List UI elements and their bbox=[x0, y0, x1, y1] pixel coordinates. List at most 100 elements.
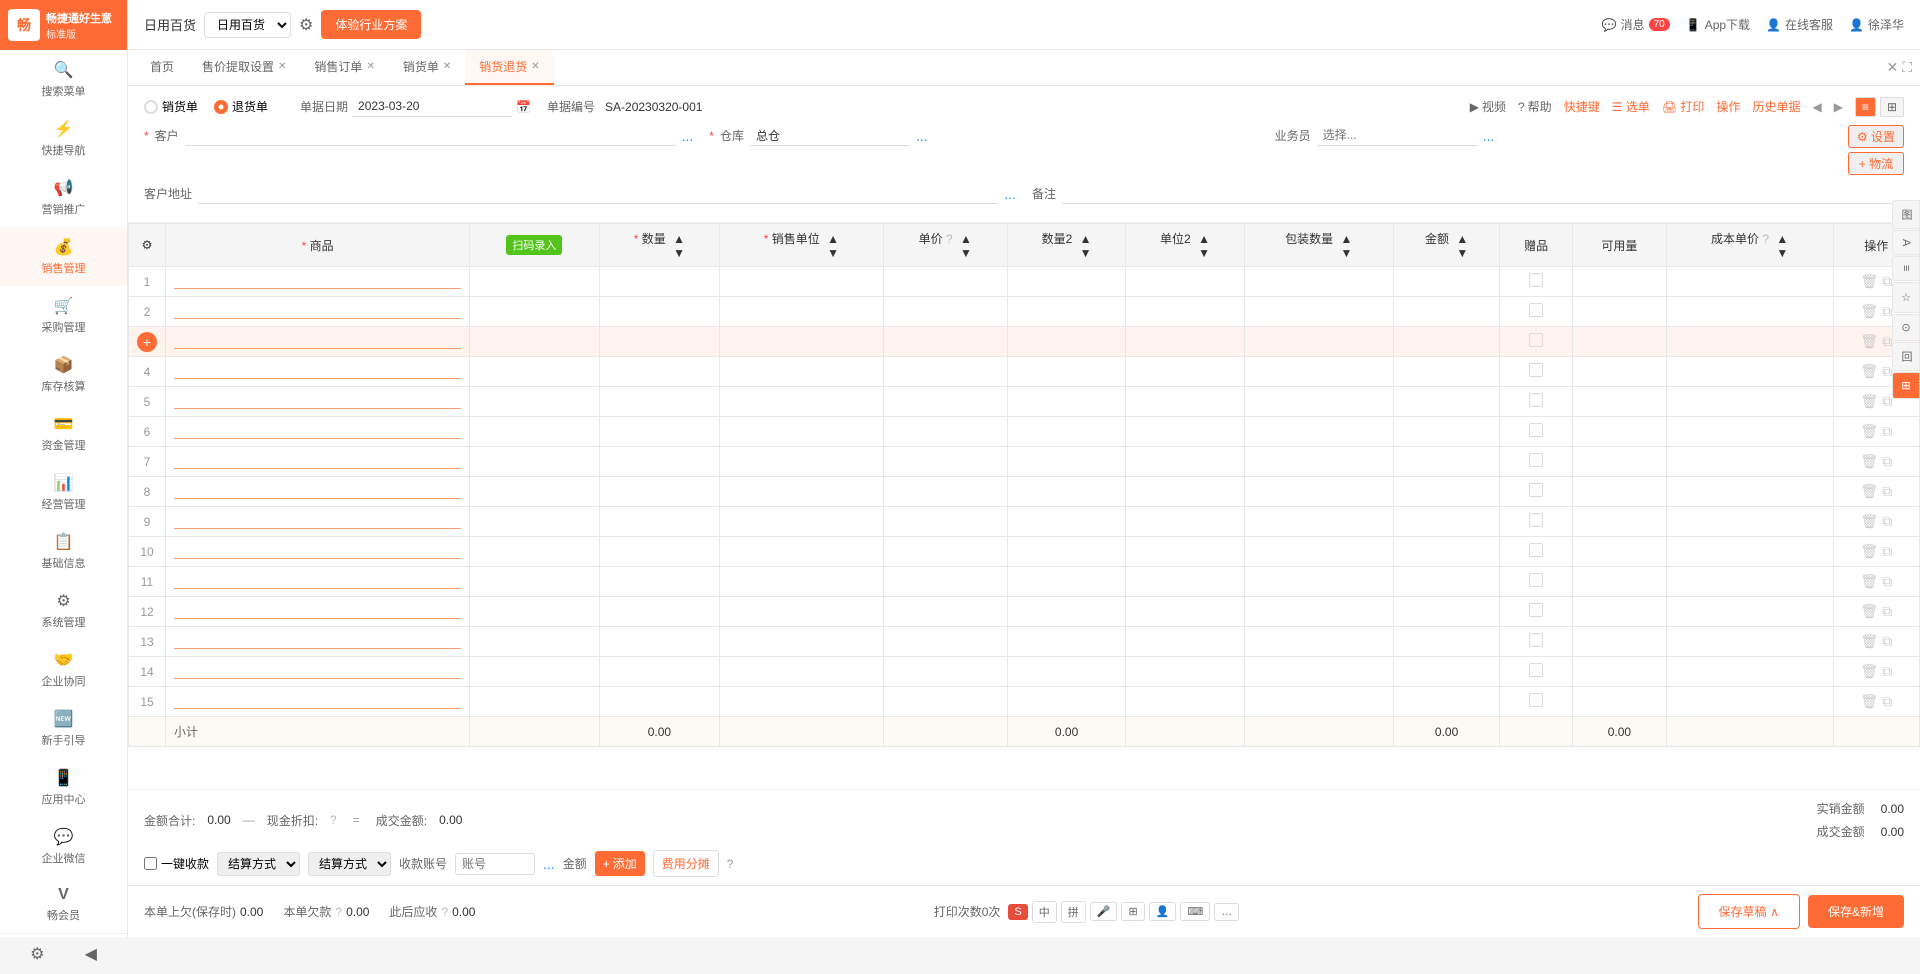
pack-qty-cell[interactable] bbox=[1244, 357, 1393, 387]
salesman-dots[interactable]: ... bbox=[1483, 128, 1495, 144]
gift-checkbox[interactable] bbox=[1529, 363, 1543, 377]
input-person[interactable]: 👤 bbox=[1149, 902, 1177, 921]
available-cell[interactable] bbox=[1572, 447, 1666, 477]
gift-checkbox[interactable] bbox=[1529, 483, 1543, 497]
product-input[interactable] bbox=[174, 544, 461, 559]
tab-sale-return[interactable]: 销货退货 ✕ bbox=[465, 50, 553, 85]
product-input[interactable] bbox=[174, 514, 461, 529]
tab-home[interactable]: 首页 bbox=[136, 50, 188, 85]
product-input[interactable] bbox=[174, 454, 461, 469]
pack-qty-cell[interactable] bbox=[1244, 597, 1393, 627]
unit-cell[interactable] bbox=[720, 627, 883, 657]
unit-cell[interactable] bbox=[720, 357, 883, 387]
copy-row-btn[interactable]: ⧉ bbox=[1882, 363, 1892, 380]
tab-order-close[interactable]: ✕ bbox=[366, 61, 374, 72]
product-cell[interactable] bbox=[166, 387, 470, 417]
quantity2-cell[interactable] bbox=[1007, 327, 1125, 357]
close-all-tabs-btn[interactable]: ✕ bbox=[1886, 59, 1898, 76]
unit2-cell[interactable] bbox=[1126, 357, 1244, 387]
input-method-ch[interactable]: 中 bbox=[1032, 901, 1057, 923]
sidebar-item-inventory[interactable]: 📦 库存核算 bbox=[0, 345, 127, 404]
settlement-select[interactable]: 结算方式 bbox=[217, 852, 300, 876]
product-input[interactable] bbox=[174, 664, 461, 679]
amount-cell[interactable] bbox=[1393, 567, 1500, 597]
shortcut-btn[interactable]: 快捷键 bbox=[1564, 98, 1600, 115]
tab-sale-close[interactable]: ✕ bbox=[443, 61, 451, 72]
price-sort[interactable]: ▲▼ bbox=[960, 232, 972, 260]
unit2-cell[interactable] bbox=[1126, 327, 1244, 357]
gift-checkbox[interactable] bbox=[1529, 663, 1543, 677]
sidebar-item-search[interactable]: 🔍 搜索菜单 bbox=[0, 50, 127, 109]
unit-price-cell[interactable] bbox=[883, 507, 1007, 537]
quantity-cell[interactable] bbox=[599, 417, 720, 447]
quantity-cell[interactable] bbox=[599, 447, 720, 477]
sidebar-item-marketing[interactable]: 📢 营销推广 bbox=[0, 168, 127, 227]
product-cell[interactable] bbox=[166, 687, 470, 717]
col-gear[interactable]: ⚙ bbox=[129, 224, 166, 267]
cost-price-cell[interactable] bbox=[1666, 597, 1833, 627]
unit-cell[interactable] bbox=[720, 687, 883, 717]
select-doc-btn[interactable]: ☰ 选单 bbox=[1612, 98, 1650, 115]
customer-dots[interactable]: ... bbox=[682, 128, 694, 144]
product-input[interactable] bbox=[174, 604, 461, 619]
amount-cell[interactable] bbox=[1393, 627, 1500, 657]
sidebar-item-app[interactable]: 📱 应用中心 bbox=[0, 758, 127, 817]
quantity2-cell[interactable] bbox=[1007, 567, 1125, 597]
product-cell[interactable] bbox=[166, 327, 470, 357]
sidebar-gear-btn[interactable]: ⚙ bbox=[30, 944, 44, 964]
unit2-cell[interactable] bbox=[1126, 267, 1244, 297]
amount-cell[interactable] bbox=[1393, 357, 1500, 387]
available-cell[interactable] bbox=[1572, 687, 1666, 717]
input-barcode[interactable]: ⊞ bbox=[1121, 902, 1144, 921]
copy-row-btn[interactable]: ⧉ bbox=[1882, 543, 1892, 560]
gift-cell[interactable] bbox=[1500, 417, 1573, 447]
copy-row-btn[interactable]: ⧉ bbox=[1882, 573, 1892, 590]
expand-tabs-btn[interactable]: ⛶ bbox=[1902, 59, 1912, 76]
quantity-cell[interactable] bbox=[599, 297, 720, 327]
product-cell[interactable] bbox=[166, 357, 470, 387]
delete-row-btn[interactable]: 🗑 bbox=[1860, 633, 1878, 650]
amount-cell[interactable] bbox=[1393, 447, 1500, 477]
available-cell[interactable] bbox=[1572, 387, 1666, 417]
product-cell[interactable] bbox=[166, 447, 470, 477]
delete-row-btn[interactable]: 🗑 bbox=[1860, 483, 1878, 500]
cost-price-cell[interactable] bbox=[1666, 627, 1833, 657]
quantity2-cell[interactable] bbox=[1007, 597, 1125, 627]
pack-qty-cell[interactable] bbox=[1244, 657, 1393, 687]
account-input[interactable] bbox=[455, 853, 535, 875]
unit2-cell[interactable] bbox=[1126, 477, 1244, 507]
input-method-s[interactable]: S bbox=[1008, 904, 1027, 920]
cost-price-cell[interactable] bbox=[1666, 477, 1833, 507]
available-cell[interactable] bbox=[1572, 507, 1666, 537]
history-btn[interactable]: 历史单据 bbox=[1752, 98, 1800, 115]
gift-cell[interactable] bbox=[1500, 357, 1573, 387]
quantity-cell[interactable] bbox=[599, 537, 720, 567]
list-view-btn[interactable]: ≡ bbox=[1855, 97, 1876, 117]
unit-cell[interactable] bbox=[720, 597, 883, 627]
copy-row-btn[interactable]: ⧉ bbox=[1882, 333, 1892, 350]
amount-cell[interactable] bbox=[1393, 507, 1500, 537]
unit2-cell[interactable] bbox=[1126, 657, 1244, 687]
unit-cell[interactable] bbox=[720, 477, 883, 507]
fee-help-icon[interactable]: ? bbox=[727, 857, 734, 871]
unit-cell[interactable] bbox=[720, 537, 883, 567]
radio-return[interactable]: 退货单 bbox=[214, 98, 268, 115]
amount-cell[interactable] bbox=[1393, 597, 1500, 627]
unit-cell[interactable] bbox=[720, 417, 883, 447]
unit-price-cell[interactable] bbox=[883, 477, 1007, 507]
delete-row-btn[interactable]: 🗑 bbox=[1860, 333, 1878, 350]
copy-row-btn[interactable]: ⧉ bbox=[1882, 303, 1892, 320]
product-cell[interactable] bbox=[166, 267, 470, 297]
operation-btn[interactable]: 操作 bbox=[1716, 98, 1740, 115]
save-new-btn[interactable]: 保存&新增 bbox=[1808, 895, 1904, 928]
cost-price-cell[interactable] bbox=[1666, 387, 1833, 417]
remark-input[interactable] bbox=[1062, 183, 1904, 204]
amount-cell[interactable] bbox=[1393, 477, 1500, 507]
unit2-cell[interactable] bbox=[1126, 537, 1244, 567]
gift-checkbox[interactable] bbox=[1529, 633, 1543, 647]
cost-price-cell[interactable] bbox=[1666, 417, 1833, 447]
quantity2-cell[interactable] bbox=[1007, 447, 1125, 477]
unit2-cell[interactable] bbox=[1126, 417, 1244, 447]
delete-row-btn[interactable]: 🗑 bbox=[1860, 393, 1878, 410]
unit2-sort[interactable]: ▲▼ bbox=[1198, 232, 1210, 260]
